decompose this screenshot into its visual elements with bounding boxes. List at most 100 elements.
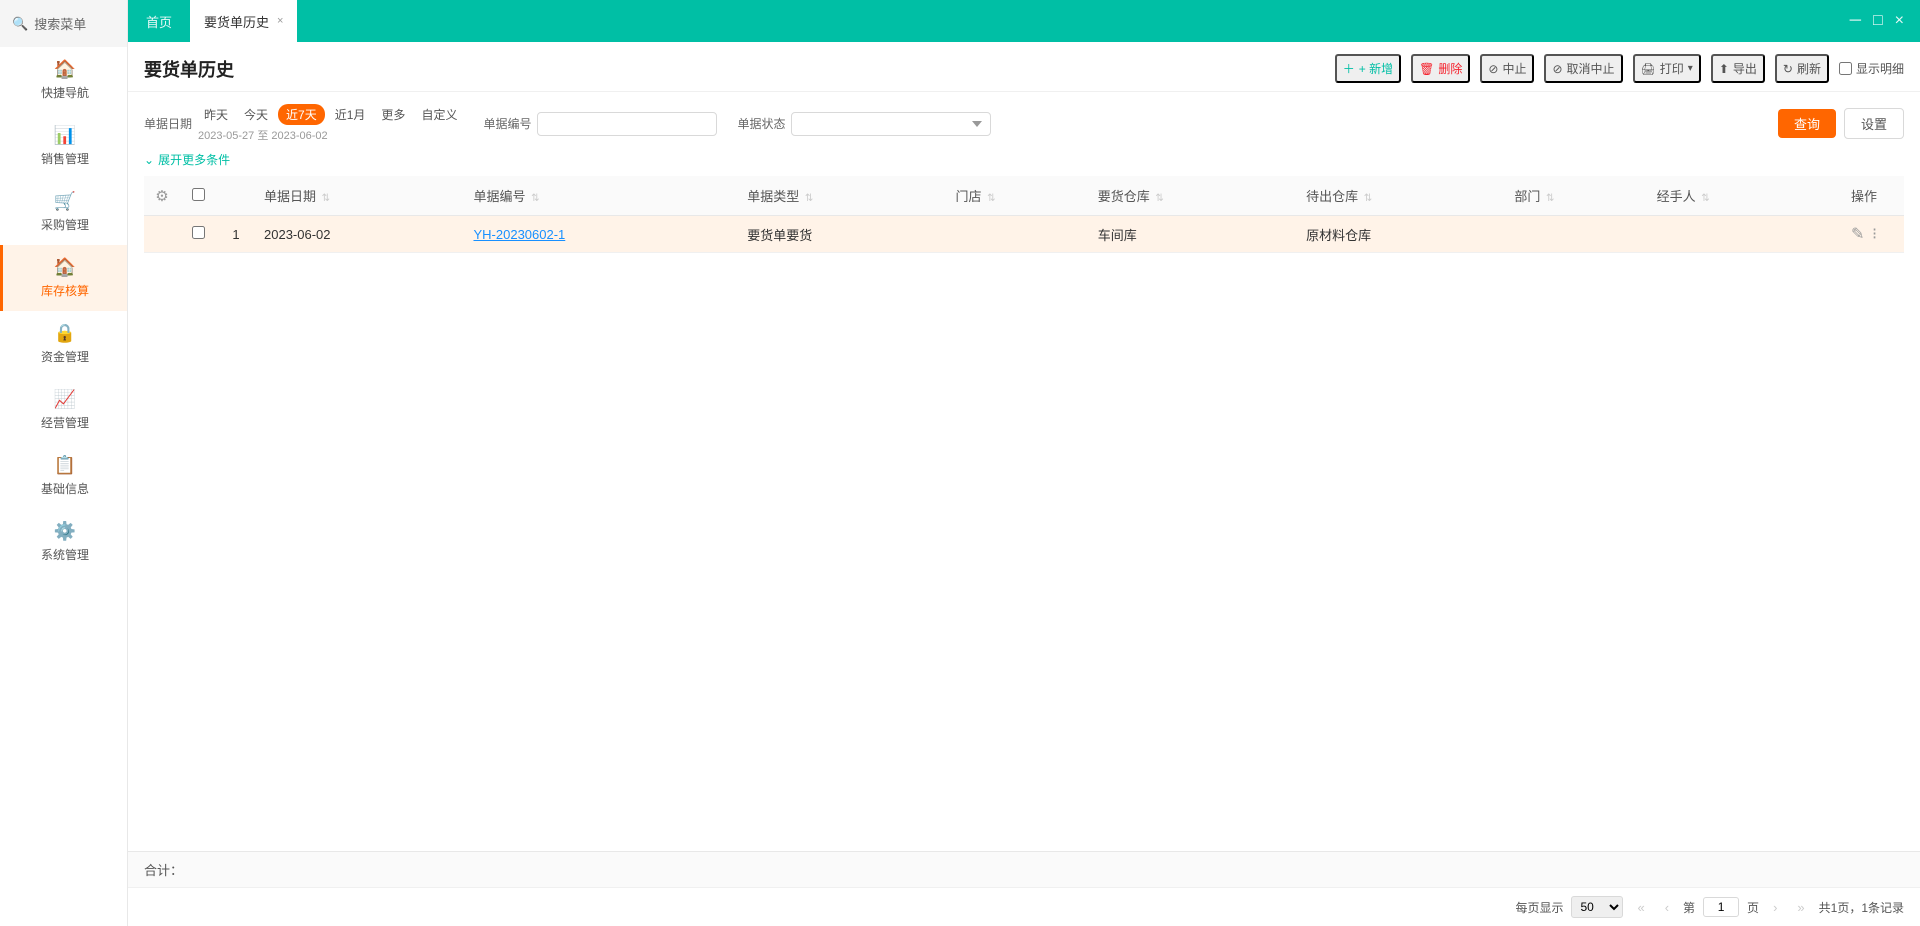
- col-date[interactable]: 单据日期 ⇅: [256, 176, 465, 216]
- cart-icon: 🛒: [54, 191, 76, 212]
- date-filter-label: 单据日期: [144, 115, 192, 132]
- col-req-warehouse[interactable]: 要货仓库 ⇅: [1090, 176, 1298, 216]
- date-btn-today[interactable]: 今天: [238, 104, 274, 125]
- system-icon: ⚙️: [54, 521, 76, 542]
- row-actions: ✎ ⁝: [1824, 216, 1904, 253]
- basicinfo-icon: 📋: [54, 455, 76, 476]
- col-handler-label: 经手人: [1657, 189, 1696, 204]
- filter-actions: 查询 设置: [1778, 108, 1904, 139]
- tab-active-label: 要货单历史: [204, 12, 269, 31]
- row-edit-icon[interactable]: ✎: [1849, 224, 1866, 245]
- page-size-label: 每页显示: [1515, 899, 1563, 916]
- expand-more-btn[interactable]: ⌄ 展开更多条件: [144, 143, 1904, 176]
- pagination: 每页显示 10 20 50 100 « ‹ 第 页 › » 共1页，1条记录: [128, 887, 1920, 926]
- lock-icon: 🔒: [54, 323, 76, 344]
- print-dropdown-icon: ▾: [1688, 63, 1693, 74]
- page-size-select[interactable]: 10 20 50 100: [1571, 896, 1623, 918]
- first-page-button[interactable]: «: [1631, 898, 1650, 917]
- sidebar-item-finance[interactable]: 🔒 资金管理: [0, 311, 127, 377]
- print-label: 打印: [1660, 60, 1684, 77]
- date-btn-more[interactable]: 更多: [375, 104, 411, 125]
- export-label: 导出: [1733, 60, 1757, 77]
- sidebar-item-label: 采购管理: [41, 216, 89, 233]
- prev-page-button[interactable]: ‹: [1659, 898, 1675, 917]
- window-maximize-button[interactable]: □: [1873, 12, 1883, 30]
- sort-type-icon: ⇅: [805, 193, 813, 204]
- filter-area: 单据日期 昨天 今天 近7天 近1月 更多 自定义 2023-05-27 至 2…: [128, 92, 1920, 176]
- sidebar-item-purchase[interactable]: 🛒 采购管理: [0, 179, 127, 245]
- add-button[interactable]: ＋ + 新增: [1335, 54, 1401, 83]
- tab-home-label: 首页: [146, 12, 172, 31]
- content-area: 要货单历史 ＋ + 新增 🗑 删除 ⊘ 中止 ⊘ 取消中止: [128, 42, 1920, 926]
- window-close-button[interactable]: ×: [1895, 12, 1904, 30]
- settings-button[interactable]: 设置: [1844, 108, 1904, 139]
- sidebar-item-label: 销售管理: [41, 150, 89, 167]
- col-action-label: 操作: [1851, 189, 1877, 204]
- sidebar-item-label: 资金管理: [41, 348, 89, 365]
- last-page-button[interactable]: »: [1791, 898, 1810, 917]
- row-num: 1: [216, 216, 256, 253]
- column-settings-icon[interactable]: ⚙: [155, 188, 168, 205]
- row-pending-warehouse: 原材料仓库: [1298, 216, 1506, 253]
- row-date: 2023-06-02: [256, 216, 465, 253]
- next-page-button[interactable]: ›: [1767, 898, 1783, 917]
- date-btn-yesterday[interactable]: 昨天: [198, 104, 234, 125]
- row-checkbox[interactable]: [192, 226, 205, 239]
- row-more-icon[interactable]: ⁝: [1870, 224, 1879, 245]
- col-type[interactable]: 单据类型 ⇅: [739, 176, 947, 216]
- delete-label: 删除: [1438, 60, 1462, 77]
- sort-date-icon: ⇅: [322, 193, 330, 204]
- refresh-button[interactable]: ↻ 刷新: [1775, 54, 1829, 83]
- tab-requisition-history[interactable]: 要货单历史 ×: [190, 0, 297, 42]
- page-number-input[interactable]: [1703, 897, 1739, 917]
- table-row: 1 2023-06-02 YH-20230602-1 要货单要货 车间库 原材料…: [144, 216, 1904, 253]
- cancel-suspend-button[interactable]: ⊘ 取消中止: [1544, 54, 1622, 83]
- sidebar-item-basic-info[interactable]: 📋 基础信息: [0, 443, 127, 509]
- select-all-checkbox[interactable]: [192, 188, 205, 201]
- show-detail-toggle[interactable]: 显示明细: [1839, 60, 1904, 77]
- suspend-icon: ⊘: [1488, 62, 1498, 76]
- delete-button[interactable]: 🗑 删除: [1411, 54, 1470, 83]
- page-header: 要货单历史 ＋ + 新增 🗑 删除 ⊘ 中止 ⊘ 取消中止: [128, 42, 1920, 92]
- home-icon: 🏠: [54, 59, 76, 80]
- col-pending-warehouse[interactable]: 待出仓库 ⇅: [1298, 176, 1506, 216]
- sidebar-item-system[interactable]: ⚙️ 系统管理: [0, 509, 127, 575]
- suspend-label: 中止: [1502, 60, 1526, 77]
- date-btn-7days[interactable]: 近7天: [278, 104, 325, 125]
- col-settings: ⚙: [144, 176, 180, 216]
- delete-icon: 🗑: [1419, 62, 1434, 76]
- col-type-label: 单据类型: [747, 189, 799, 204]
- expand-more-label: 展开更多条件: [158, 151, 230, 168]
- col-check: [180, 176, 216, 216]
- export-button[interactable]: ⬆ 导出: [1711, 54, 1765, 83]
- col-handler[interactable]: 经手人 ⇅: [1649, 176, 1824, 216]
- show-detail-checkbox[interactable]: [1839, 62, 1852, 75]
- sidebar-item-quick-nav[interactable]: 🏠 快捷导航: [0, 47, 127, 113]
- chart-icon: 📊: [54, 125, 76, 146]
- sidebar-item-sales[interactable]: 📊 销售管理: [0, 113, 127, 179]
- table-container: ⚙ 单据日期 ⇅ 单据编号 ⇅: [128, 176, 1920, 851]
- sidebar-item-inventory[interactable]: 🏠 库存核算: [0, 245, 127, 311]
- col-department[interactable]: 部门 ⇅: [1506, 176, 1648, 216]
- sidebar-item-search[interactable]: 🔍 搜索菜单: [0, 0, 127, 47]
- tab-home[interactable]: 首页: [128, 0, 190, 42]
- sort-handler-icon: ⇅: [1701, 193, 1709, 204]
- sidebar-item-label: 基础信息: [41, 480, 89, 497]
- tab-close-icon[interactable]: ×: [277, 15, 283, 27]
- col-store[interactable]: 门店 ⇅: [948, 176, 1090, 216]
- row-check[interactable]: [180, 216, 216, 253]
- date-btn-1month[interactable]: 近1月: [329, 104, 372, 125]
- col-number[interactable]: 单据编号 ⇅: [465, 176, 739, 216]
- doc-status-select[interactable]: [791, 112, 991, 136]
- filter-doc-number: 单据编号: [483, 112, 717, 136]
- date-btn-custom[interactable]: 自定义: [415, 104, 463, 125]
- row-number-link[interactable]: YH-20230602-1: [473, 227, 565, 242]
- window-minimize-button[interactable]: ─: [1850, 12, 1861, 30]
- search-button[interactable]: 查询: [1778, 109, 1836, 138]
- search-icon: 🔍: [12, 16, 28, 32]
- doc-number-label: 单据编号: [483, 115, 531, 132]
- sidebar-item-operations[interactable]: 📈 经营管理: [0, 377, 127, 443]
- suspend-button[interactable]: ⊘ 中止: [1480, 54, 1534, 83]
- doc-number-input[interactable]: [537, 112, 717, 136]
- print-button[interactable]: 🖨 打印 ▾: [1633, 54, 1701, 83]
